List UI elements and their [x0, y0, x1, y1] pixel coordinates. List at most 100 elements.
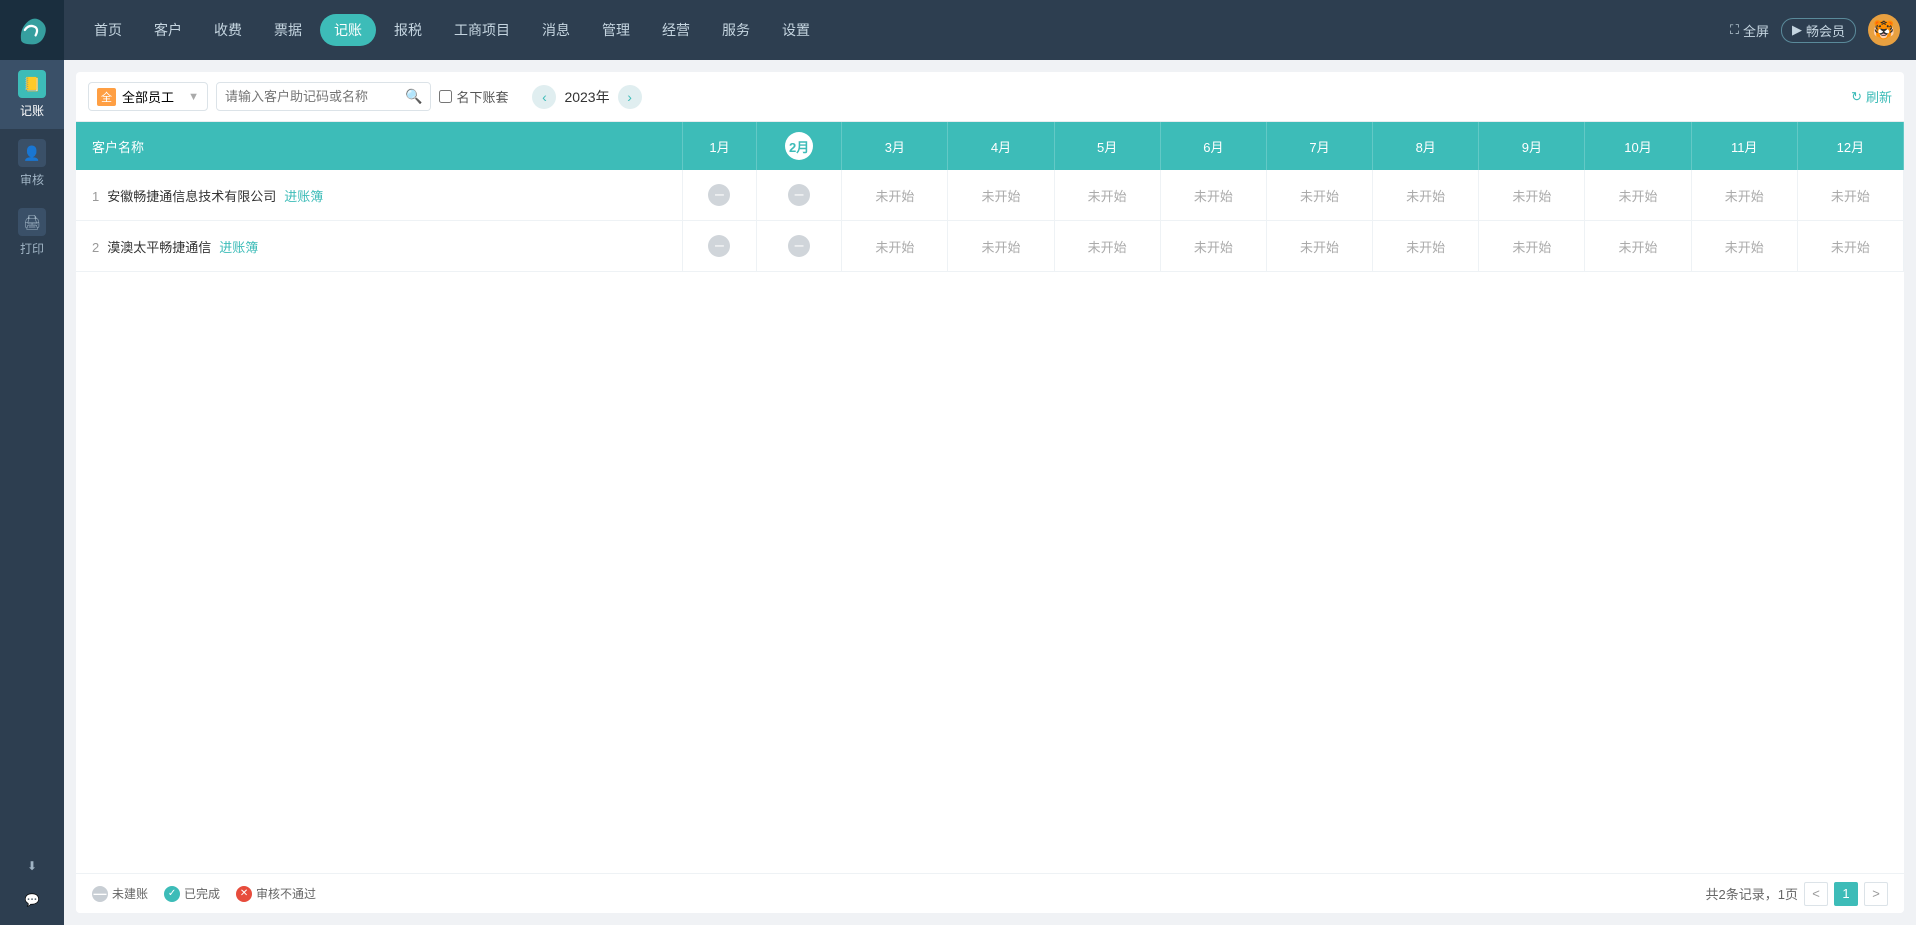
- nav-bookkeeping[interactable]: 记账: [320, 14, 376, 46]
- user-avatar[interactable]: 🐯: [1868, 14, 1900, 46]
- cell-name: 1 安徽畅捷通信息技术有限公司进账簿: [76, 170, 683, 221]
- row-number: 2: [92, 240, 99, 255]
- cell-month-12: 未开始: [1797, 221, 1903, 272]
- nav-management[interactable]: 管理: [588, 14, 644, 46]
- cell-month-8: 未开始: [1373, 170, 1479, 221]
- main-area: 首页 客户 收费 票据 记账 报税 工商项目 消息 管理 经营 服务 设置 ⛶ …: [64, 0, 1916, 925]
- search-input[interactable]: [217, 84, 397, 109]
- legend-label-not-built: 未建账: [112, 885, 148, 902]
- col-m8: 8月: [1373, 122, 1479, 170]
- nav-invoice[interactable]: 票据: [260, 14, 316, 46]
- cell-month-6: 未开始: [1160, 221, 1266, 272]
- employee-select[interactable]: 全 全部员工 ▼: [88, 82, 208, 111]
- legend-dot-red: ✕: [236, 886, 252, 902]
- fullscreen-icon: ⛶: [1730, 22, 1739, 38]
- status-not-started: 未开始: [981, 240, 1020, 255]
- cell-month-10: 未开始: [1585, 221, 1691, 272]
- nav-business[interactable]: 工商项目: [440, 14, 524, 46]
- legend-rejected: ✕ 审核不通过: [236, 885, 316, 902]
- cell-month-7: 未开始: [1266, 221, 1372, 272]
- enter-link[interactable]: 进账簿: [284, 189, 323, 204]
- topnav-right: ⛶ 全屏 ▶ 畅会员 🐯: [1730, 14, 1900, 46]
- audit-icon: 👤: [18, 139, 46, 167]
- sidebar-item-print[interactable]: 🖨 打印: [0, 198, 64, 267]
- nav-billing[interactable]: 收费: [200, 14, 256, 46]
- cell-month-9: 未开始: [1479, 170, 1585, 221]
- accounts-table: 客户名称 1月 2月 3月 4月 5月 6月 7月 8月 9月 10月 11月: [76, 122, 1904, 272]
- top-navigation: 首页 客户 收费 票据 记账 报税 工商项目 消息 管理 经营 服务 设置 ⛶ …: [64, 0, 1916, 60]
- col-m10: 10月: [1585, 122, 1691, 170]
- nav-client[interactable]: 客户: [140, 14, 196, 46]
- fullscreen-button[interactable]: ⛶ 全屏: [1730, 21, 1769, 40]
- cell-month-8: 未开始: [1373, 221, 1479, 272]
- cell-month-3: 未开始: [842, 221, 948, 272]
- status-not-started: 未开始: [1406, 189, 1445, 204]
- cell-month-4: 未开始: [948, 170, 1054, 221]
- status-not-started: 未开始: [981, 189, 1020, 204]
- vip-button[interactable]: ▶ 畅会员: [1781, 18, 1856, 43]
- refresh-button[interactable]: ↻ 刷新: [1851, 87, 1892, 106]
- app-logo: [0, 0, 64, 60]
- enter-link[interactable]: 进账簿: [219, 240, 258, 255]
- sidebar-item-label: 记账: [20, 102, 44, 119]
- status-not-started: 未开始: [1831, 240, 1870, 255]
- legend-completed: ✓ 已完成: [164, 885, 220, 902]
- cell-month-1: –: [683, 221, 757, 272]
- col-name: 客户名称: [76, 122, 683, 170]
- support-icon: 💬: [25, 893, 40, 907]
- nav-operation[interactable]: 经营: [648, 14, 704, 46]
- prev-year-button[interactable]: ‹: [532, 85, 556, 109]
- prev-page-button[interactable]: <: [1804, 882, 1828, 906]
- checkbox-myaccounts[interactable]: 名下账套: [439, 87, 508, 106]
- status-dash-icon: –: [788, 235, 810, 257]
- current-page-button[interactable]: 1: [1834, 882, 1858, 906]
- year-navigation: ‹ 2023年 ›: [532, 85, 641, 109]
- status-not-started: 未开始: [1725, 189, 1764, 204]
- nav-tax[interactable]: 报税: [380, 14, 436, 46]
- print-icon: 🖨: [18, 208, 46, 236]
- employee-tag: 全: [97, 88, 116, 106]
- col-m5: 5月: [1054, 122, 1160, 170]
- dropdown-arrow-icon: ▼: [188, 91, 199, 103]
- nav-home[interactable]: 首页: [80, 14, 136, 46]
- next-year-button[interactable]: ›: [618, 85, 642, 109]
- content-area: 全 全部员工 ▼ 🔍 名下账套 ‹ 2023年 ›: [64, 60, 1916, 925]
- pagination: 共2条记录，1页 < 1 >: [1706, 882, 1888, 906]
- col-m9: 9月: [1479, 122, 1585, 170]
- cell-month-11: 未开始: [1691, 170, 1797, 221]
- row-number: 1: [92, 189, 99, 204]
- search-button[interactable]: 🔍: [397, 83, 430, 110]
- sidebar-item-accounting[interactable]: 📒 记账: [0, 60, 64, 129]
- cell-name: 2漠澳太平畅捷通信进账簿: [76, 221, 683, 272]
- nav-service[interactable]: 服务: [708, 14, 764, 46]
- nav-settings[interactable]: 设置: [768, 14, 824, 46]
- main-card: 全 全部员工 ▼ 🔍 名下账套 ‹ 2023年 ›: [76, 72, 1904, 913]
- sidebar-item-download[interactable]: ⬇: [0, 851, 64, 881]
- next-page-button[interactable]: >: [1864, 882, 1888, 906]
- refresh-icon: ↻: [1851, 89, 1862, 105]
- cell-month-10: 未开始: [1585, 170, 1691, 221]
- status-not-started: 未开始: [1300, 189, 1339, 204]
- legend-label-rejected: 审核不通过: [256, 885, 316, 902]
- download-icon: ⬇: [27, 859, 37, 873]
- accounting-icon: 📒: [18, 70, 46, 98]
- toolbar: 全 全部员工 ▼ 🔍 名下账套 ‹ 2023年 ›: [76, 72, 1904, 122]
- sidebar-bottom: ⬇ 💬: [0, 851, 64, 925]
- company-name: 安徽畅捷通信息技术有限公司: [107, 189, 276, 204]
- status-not-started: 未开始: [1088, 189, 1127, 204]
- legend-not-built: — 未建账: [92, 885, 148, 902]
- cell-month-2: –: [756, 170, 841, 221]
- col-m1: 1月: [683, 122, 757, 170]
- table-row: 2漠澳太平畅捷通信进账簿––未开始未开始未开始未开始未开始未开始未开始未开始未开…: [76, 221, 1904, 272]
- legend-dot-gray: —: [92, 886, 108, 902]
- cell-month-4: 未开始: [948, 221, 1054, 272]
- sidebar-item-audit[interactable]: 👤 审核: [0, 129, 64, 198]
- search-wrap: 🔍: [216, 82, 431, 111]
- legend-label-completed: 已完成: [184, 885, 220, 902]
- myaccounts-checkbox[interactable]: [439, 90, 452, 103]
- status-not-started: 未开始: [1512, 189, 1551, 204]
- status-not-started: 未开始: [1088, 240, 1127, 255]
- nav-message[interactable]: 消息: [528, 14, 584, 46]
- cell-month-12: 未开始: [1797, 170, 1903, 221]
- sidebar-item-support[interactable]: 💬: [0, 885, 64, 915]
